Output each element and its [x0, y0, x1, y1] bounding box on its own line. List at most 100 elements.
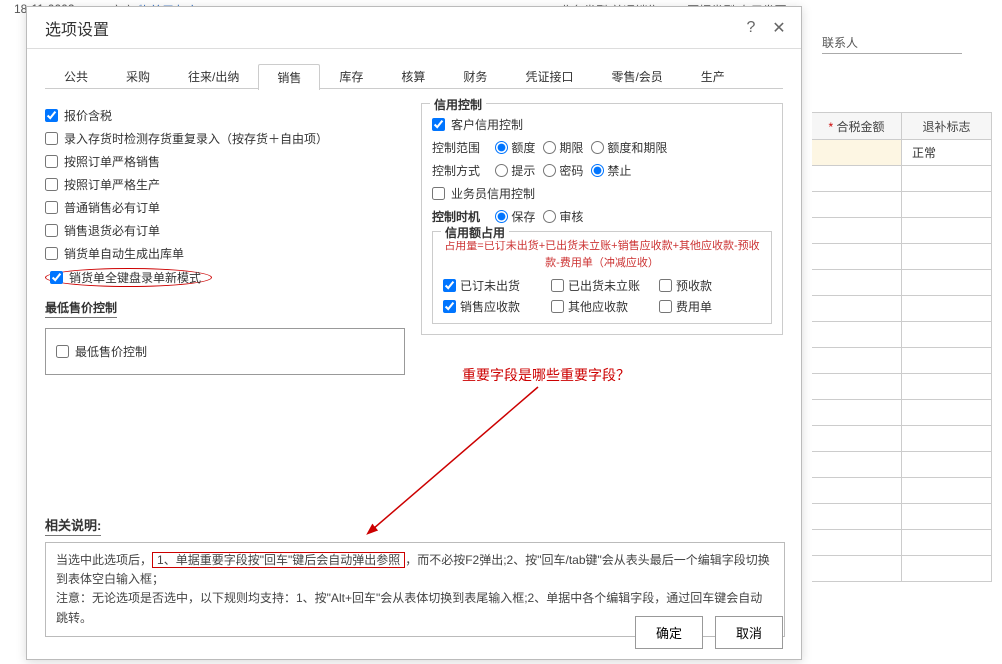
- min-price-section: 最低售价控制 最低售价控制: [45, 295, 405, 375]
- table-row: [902, 192, 992, 218]
- table-row: [812, 270, 902, 296]
- table-row: [812, 452, 902, 478]
- table-row: [902, 218, 992, 244]
- scope-label: 控制范围: [432, 139, 480, 156]
- modal-content: 报价含税 录入存货时检测存货重复录入（按存货＋自由项） 按照订单严格销售 按照订…: [27, 89, 801, 375]
- radio-mode-forbid[interactable]: [591, 164, 604, 177]
- table-row: [812, 244, 902, 270]
- chk-cust-credit-label: 客户信用控制: [451, 116, 523, 133]
- table-row: [902, 530, 992, 556]
- mode-label: 控制方式: [432, 162, 480, 179]
- radio-mode-tip[interactable]: [495, 164, 508, 177]
- annotation-question: 重要字段是哪些重要字段？: [462, 365, 630, 385]
- chk-strict-prod[interactable]: [45, 178, 58, 191]
- tab-voucher[interactable]: 凭证接口: [506, 63, 592, 89]
- th-flag: 退补标志: [902, 112, 992, 140]
- chk-tax[interactable]: [45, 109, 58, 122]
- table-row: [902, 296, 992, 322]
- table-row: [902, 166, 992, 192]
- tab-sale[interactable]: 销售: [258, 64, 320, 90]
- chk-tax-label: 报价含税: [64, 107, 112, 124]
- tab-finance[interactable]: 财务: [444, 63, 506, 89]
- close-icon[interactable]: ✕: [769, 18, 789, 38]
- left-column: 报价含税 录入存货时检测存货重复录入（按存货＋自由项） 按照订单严格销售 按照订…: [45, 101, 405, 375]
- credit-quota-group: 信用额占用 占用量=已订未出货+已出货未立账+销售应收款+其他应收款-预收款-费…: [432, 231, 772, 324]
- table-row: [812, 530, 902, 556]
- radio-scope-period[interactable]: [543, 141, 556, 154]
- table-row: [812, 348, 902, 374]
- tab-accounting[interactable]: 核算: [382, 63, 444, 89]
- radio-timing-save[interactable]: [495, 210, 508, 223]
- chk-strict-prod-label: 按照订单严格生产: [64, 176, 160, 193]
- tab-bar: 公共 采购 往来/出纳 销售 库存 核算 财务 凭证接口 零售/会员 生产: [45, 63, 783, 89]
- bg-contact: 联系人: [822, 34, 962, 54]
- radio-scope-amount[interactable]: [495, 141, 508, 154]
- chk-min-price-label: 最低售价控制: [75, 343, 147, 360]
- chk-cust-credit[interactable]: [432, 118, 445, 131]
- chk-ordered-not-shipped[interactable]: [443, 279, 456, 292]
- table-row: [812, 400, 902, 426]
- table-row: [812, 322, 902, 348]
- chk-prepay[interactable]: [659, 279, 672, 292]
- chk-return-need-order[interactable]: [45, 224, 58, 237]
- options-modal: 选项设置 ? ✕ 公共 采购 往来/出纳 销售 库存 核算 财务 凭证接口 零售…: [26, 6, 802, 660]
- tab-retail[interactable]: 零售/会员: [592, 63, 681, 89]
- chk-min-price[interactable]: [56, 345, 69, 358]
- table-row: [812, 296, 902, 322]
- chk-sale-ar[interactable]: [443, 300, 456, 313]
- cancel-button[interactable]: 取消: [715, 616, 783, 649]
- table-row: [902, 348, 992, 374]
- chk-dup[interactable]: [45, 132, 58, 145]
- chk-auto-out-label: 销货单自动生成出库单: [64, 245, 184, 262]
- chk-shipped-not-booked[interactable]: [551, 279, 564, 292]
- chk-need-order-label: 普通销售必有订单: [64, 199, 160, 216]
- table-row: [812, 478, 902, 504]
- chk-auto-out[interactable]: [45, 247, 58, 260]
- modal-footer: 确定 取消: [635, 616, 783, 649]
- radio-scope-both[interactable]: [591, 141, 604, 154]
- chk-other-ar[interactable]: [551, 300, 564, 313]
- table-row: [902, 270, 992, 296]
- table-row: [902, 426, 992, 452]
- credit-note: 占用量=已订未出货+已出货未立账+销售应收款+其他应收款-预收款-费用单（冲减应…: [443, 238, 761, 271]
- min-price-title: 最低售价控制: [45, 299, 117, 318]
- modal-title: 选项设置: [45, 16, 733, 40]
- chk-kb-mode[interactable]: [50, 271, 63, 284]
- table-row: [902, 322, 992, 348]
- table-row: [812, 504, 902, 530]
- right-column: 信用控制 客户信用控制 控制范围 额度 期限 额度和期限 控制方式 提示 密码 …: [421, 101, 783, 375]
- chk-fee[interactable]: [659, 300, 672, 313]
- chk-need-order[interactable]: [45, 201, 58, 214]
- chk-strict-sale-label: 按照订单严格销售: [64, 153, 160, 170]
- table-row: [902, 504, 992, 530]
- chk-return-need-order-label: 销售退货必有订单: [64, 222, 160, 239]
- table-row: [902, 452, 992, 478]
- table-row: [812, 374, 902, 400]
- chk-emp-credit[interactable]: [432, 187, 445, 200]
- radio-mode-pwd[interactable]: [543, 164, 556, 177]
- chk-emp-credit-label: 业务员信用控制: [451, 185, 535, 202]
- tab-stock[interactable]: 库存: [320, 63, 382, 89]
- table-row: [812, 426, 902, 452]
- table-row: [812, 192, 902, 218]
- table-row: [902, 244, 992, 270]
- bg-table: 合税金额退补标志 正常: [812, 112, 1002, 582]
- table-row: [902, 400, 992, 426]
- annotation-ellipse: 销货单全键盘录单新模式: [45, 268, 212, 287]
- table-row: [812, 556, 902, 582]
- radio-timing-audit[interactable]: [543, 210, 556, 223]
- help-icon[interactable]: ?: [741, 18, 761, 38]
- ok-button[interactable]: 确定: [635, 616, 703, 649]
- chk-dup-label: 录入存货时检测存货重复录入（按存货＋自由项）: [64, 130, 328, 147]
- table-row: [812, 140, 902, 166]
- chk-strict-sale[interactable]: [45, 155, 58, 168]
- credit-control-group: 信用控制 客户信用控制 控制范围 额度 期限 额度和期限 控制方式 提示 密码 …: [421, 103, 783, 335]
- modal-header: 选项设置 ? ✕: [27, 7, 801, 49]
- chk-kb-mode-label: 销货单全键盘录单新模式: [69, 269, 201, 286]
- tab-common[interactable]: 公共: [45, 63, 107, 89]
- credit-control-legend: 信用控制: [430, 96, 486, 113]
- tab-production[interactable]: 生产: [682, 63, 744, 89]
- tab-purchase[interactable]: 采购: [107, 63, 169, 89]
- tab-ar-ap[interactable]: 往来/出纳: [169, 63, 258, 89]
- credit-quota-legend: 信用额占用: [441, 224, 509, 241]
